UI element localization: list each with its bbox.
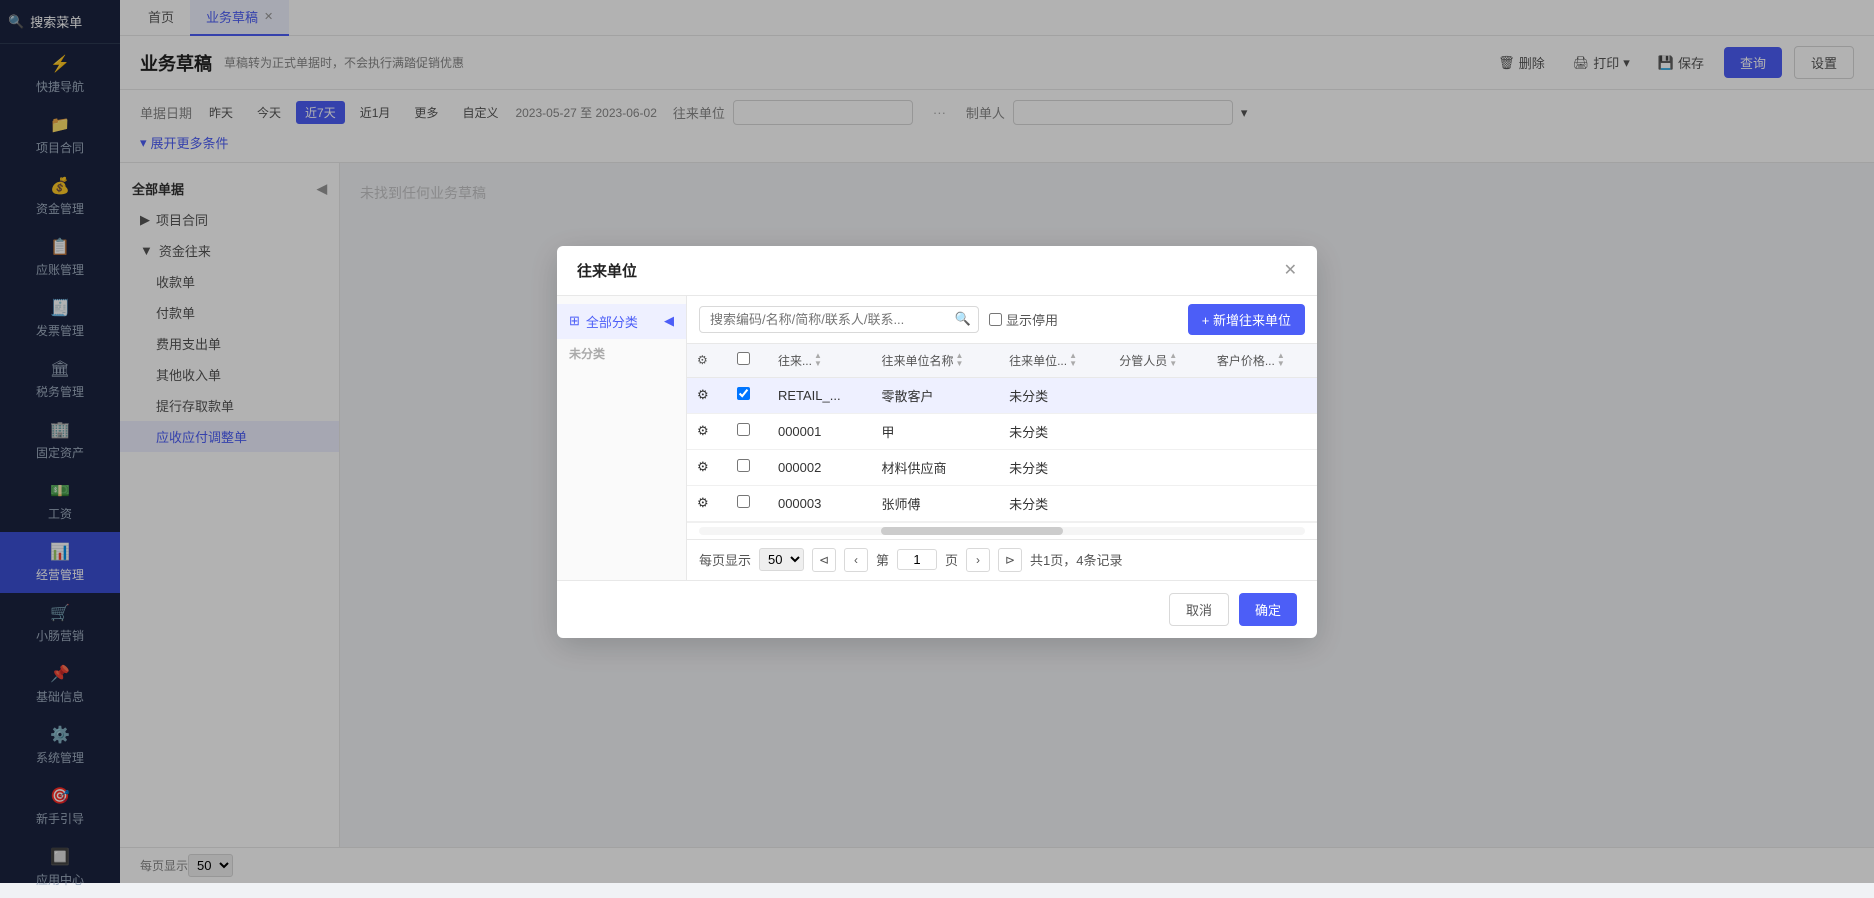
row2-name: 甲 <box>871 413 999 449</box>
row4-settings[interactable]: ⚙ <box>687 485 727 521</box>
table-row[interactable]: ⚙ 000002 材料供应商 未分类 <box>687 449 1317 485</box>
page-unit-label: 页 <box>945 550 958 569</box>
row4-category: 未分类 <box>999 485 1109 521</box>
row4-salesperson <box>1109 485 1207 521</box>
name-sort-icon: ▲▼ <box>955 352 963 368</box>
th-check[interactable] <box>727 344 768 378</box>
row2-settings[interactable]: ⚙ <box>687 413 727 449</box>
row1-category: 未分类 <box>999 377 1109 413</box>
row3-category: 未分类 <box>999 449 1109 485</box>
table-row[interactable]: ⚙ 000003 张师傅 未分类 <box>687 485 1317 521</box>
dialog-sidebar-uncategorized: 未分类 <box>557 339 686 368</box>
per-page-label: 每页显示 <box>699 550 751 569</box>
row1-check[interactable] <box>727 377 768 413</box>
dialog-body: ⊞ 全部分类 ◀ 未分类 🔍 显示停用 <box>557 296 1317 580</box>
dialog-toolbar: 🔍 显示停用 + 新增往来单位 <box>687 296 1317 344</box>
row2-checkbox[interactable] <box>737 423 750 436</box>
show-disabled-checkbox-wrap[interactable]: 显示停用 <box>989 310 1058 329</box>
pricetype-sort-icon: ▲▼ <box>1277 352 1285 368</box>
page-num-label: 第 <box>876 550 889 569</box>
row3-code: 000002 <box>768 449 871 485</box>
first-page-button[interactable]: ⊲ <box>812 548 836 572</box>
category-sort-icon: ▲▼ <box>1069 352 1077 368</box>
th-settings[interactable]: ⚙ <box>687 344 727 378</box>
confirm-button[interactable]: 确定 <box>1239 593 1297 626</box>
th-code[interactable]: 往来... ▲▼ <box>768 344 871 378</box>
table-head: ⚙ 往来... ▲▼ 往来单位 <box>687 344 1317 378</box>
dialog-title: 往来单位 <box>577 260 637 281</box>
row3-name: 材料供应商 <box>871 449 999 485</box>
dialog-close-icon[interactable]: ✕ <box>1284 260 1297 280</box>
row1-settings[interactable]: ⚙ <box>687 377 727 413</box>
salesperson-sort-icon: ▲▼ <box>1169 352 1177 368</box>
th-salesperson[interactable]: 分管人员 ▲▼ <box>1109 344 1207 378</box>
row1-code: RETAIL_... <box>768 377 871 413</box>
dialog-table: ⚙ 往来... ▲▼ 往来单位 <box>687 344 1317 522</box>
dialog-header: 往来单位 ✕ <box>557 246 1317 296</box>
th-name[interactable]: 往来单位名称 ▲▼ <box>871 344 999 378</box>
partner-table: ⚙ 往来... ▲▼ 往来单位 <box>687 344 1317 522</box>
search-submit-icon[interactable]: 🔍 <box>955 311 971 327</box>
dialog-sidebar: ⊞ 全部分类 ◀ 未分类 <box>557 296 687 580</box>
row4-pricetype <box>1207 485 1317 521</box>
row4-checkbox[interactable] <box>737 495 750 508</box>
last-page-button[interactable]: ⊳ <box>998 548 1022 572</box>
collapse-icon: ◀ <box>664 313 674 329</box>
search-input-wrap: 🔍 <box>699 306 979 333</box>
th-category[interactable]: 往来单位... ▲▼ <box>999 344 1109 378</box>
select-all-checkbox[interactable] <box>737 352 750 365</box>
row1-checkbox[interactable] <box>737 387 750 400</box>
grid-icon: ⊞ <box>569 313 580 329</box>
row2-code: 000001 <box>768 413 871 449</box>
page-number-input[interactable] <box>897 549 937 570</box>
dialog-main: 🔍 显示停用 + 新增往来单位 ⚙ <box>687 296 1317 580</box>
row2-category: 未分类 <box>999 413 1109 449</box>
table-row[interactable]: ⚙ RETAIL_... 零散客户 未分类 <box>687 377 1317 413</box>
table-body: ⚙ RETAIL_... 零散客户 未分类 ⚙ <box>687 377 1317 521</box>
table-row[interactable]: ⚙ 000001 甲 未分类 <box>687 413 1317 449</box>
row4-check[interactable] <box>727 485 768 521</box>
row3-checkbox[interactable] <box>737 459 750 472</box>
next-page-button[interactable]: › <box>966 548 990 572</box>
row2-salesperson <box>1109 413 1207 449</box>
row2-check[interactable] <box>727 413 768 449</box>
cancel-button[interactable]: 取消 <box>1169 593 1229 626</box>
row4-code: 000003 <box>768 485 871 521</box>
row2-pricetype <box>1207 413 1317 449</box>
code-sort-icon: ▲▼ <box>814 352 822 368</box>
row1-salesperson <box>1109 377 1207 413</box>
partner-search-input[interactable] <box>699 306 979 333</box>
row3-check[interactable] <box>727 449 768 485</box>
row3-settings[interactable]: ⚙ <box>687 449 727 485</box>
row1-pricetype <box>1207 377 1317 413</box>
partner-dialog: 往来单位 ✕ ⊞ 全部分类 ◀ 未分类 <box>557 246 1317 638</box>
prev-page-button[interactable]: ‹ <box>844 548 868 572</box>
dialog-sidebar-all[interactable]: ⊞ 全部分类 ◀ <box>557 304 686 339</box>
dialog-footer: 取消 确定 <box>557 580 1317 638</box>
per-page-select[interactable]: 50 <box>759 548 804 571</box>
scrollbar-thumb[interactable] <box>881 527 1063 535</box>
th-pricetype[interactable]: 客户价格... ▲▼ <box>1207 344 1317 378</box>
row1-name: 零散客户 <box>871 377 999 413</box>
total-label: 共1页，4条记录 <box>1030 550 1122 569</box>
row3-pricetype <box>1207 449 1317 485</box>
show-disabled-checkbox[interactable] <box>989 313 1002 326</box>
dialog-pagination: 每页显示 50 ⊲ ‹ 第 页 › ⊳ 共1页，4条记录 <box>687 539 1317 580</box>
add-partner-button[interactable]: + 新增往来单位 <box>1188 304 1305 335</box>
row4-name: 张师傅 <box>871 485 999 521</box>
row3-salesperson <box>1109 449 1207 485</box>
modal-overlay[interactable]: 往来单位 ✕ ⊞ 全部分类 ◀ 未分类 <box>0 0 1874 883</box>
